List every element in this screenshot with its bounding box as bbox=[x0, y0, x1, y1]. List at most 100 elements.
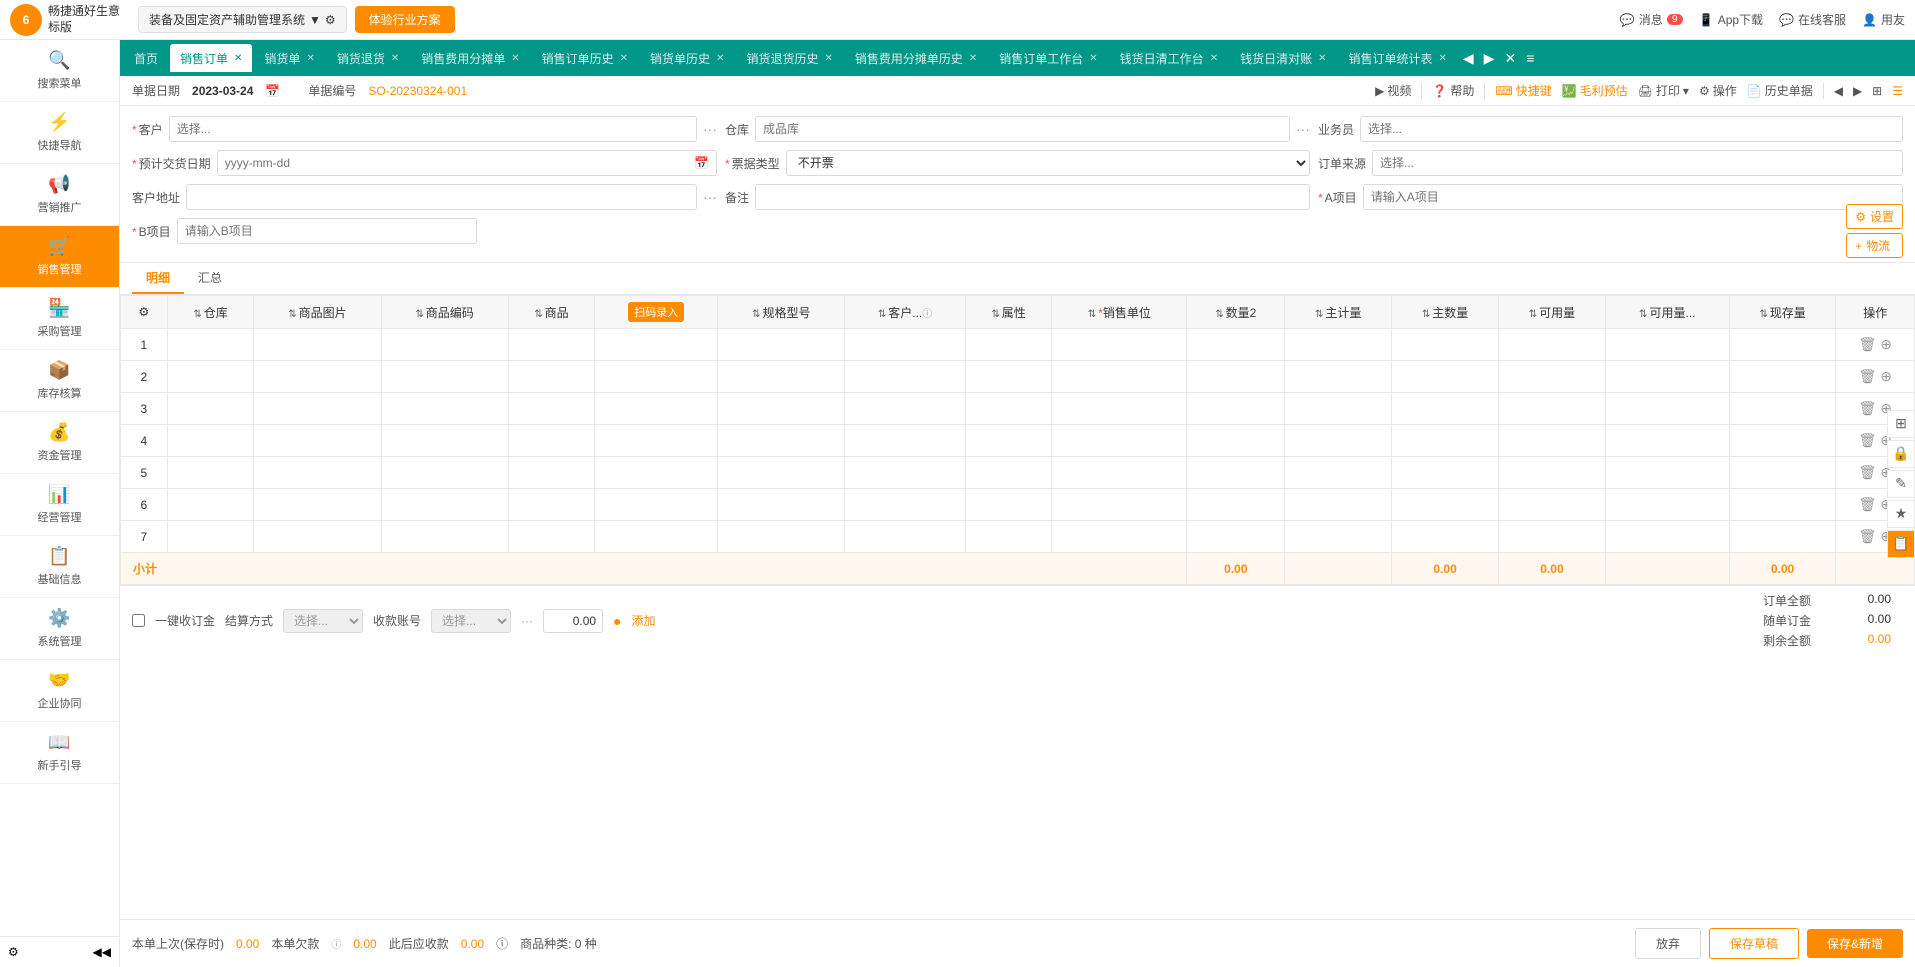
cell-2-11[interactable] bbox=[1285, 361, 1392, 393]
cell-5-10[interactable] bbox=[1187, 457, 1285, 489]
cell-5-15[interactable] bbox=[1729, 457, 1836, 489]
sidebar-item-collab[interactable]: 🤝 企业协同 bbox=[0, 660, 119, 722]
cell-1-4[interactable] bbox=[508, 329, 595, 361]
cell-7-2[interactable] bbox=[254, 521, 381, 553]
cell-6-13[interactable] bbox=[1499, 489, 1606, 521]
cell-7-14[interactable] bbox=[1605, 521, 1729, 553]
right-tool-grid[interactable]: ⊞ bbox=[1887, 410, 1915, 438]
settings-icon[interactable]: ⚙ bbox=[325, 13, 336, 27]
sidebar-item-basic-info[interactable]: 📋 基础信息 bbox=[0, 536, 119, 598]
settings-float-btn[interactable]: ⚙ 设置 bbox=[1846, 204, 1903, 229]
address-more-btn[interactable]: ··· bbox=[703, 189, 717, 205]
cell-5-8[interactable] bbox=[965, 457, 1052, 489]
tab-cash-workbench[interactable]: 钱货日清工作台 ✕ bbox=[1110, 44, 1228, 72]
cell-7-9[interactable] bbox=[1052, 521, 1187, 553]
cell-7-6[interactable] bbox=[718, 521, 845, 553]
table-settings-icon[interactable]: ⚙ bbox=[139, 305, 150, 319]
tab-close-all-btn[interactable]: ✕ bbox=[1500, 48, 1520, 69]
sidebar-item-search[interactable]: 🔍 搜索菜单 bbox=[0, 40, 119, 102]
cell-4-14[interactable] bbox=[1605, 425, 1729, 457]
calendar-icon[interactable]: 📅 bbox=[265, 84, 280, 98]
cell-7-5[interactable] bbox=[595, 521, 718, 553]
discard-btn[interactable]: 放弃 bbox=[1635, 928, 1701, 959]
cell-7-1[interactable] bbox=[167, 521, 254, 553]
cell-5-3[interactable] bbox=[381, 457, 508, 489]
tab-close-expense[interactable]: ✕ bbox=[511, 53, 519, 64]
tab-menu-btn[interactable]: ≡ bbox=[1522, 48, 1538, 68]
tab-close-cash-reconcile[interactable]: ✕ bbox=[1318, 53, 1326, 64]
tab-close-return[interactable]: ✕ bbox=[391, 53, 399, 64]
right-tool-star[interactable]: ★ bbox=[1887, 500, 1915, 528]
tab-cash-reconcile[interactable]: 钱货日清对账 ✕ bbox=[1230, 44, 1336, 72]
cell-2-14[interactable] bbox=[1605, 361, 1729, 393]
cell-5-5[interactable] bbox=[595, 457, 718, 489]
tab-stats[interactable]: 销售订单统计表 ✕ bbox=[1338, 44, 1456, 72]
cell-6-5[interactable] bbox=[595, 489, 718, 521]
profit-btn[interactable]: 💹 毛利预估 bbox=[1562, 82, 1628, 99]
warehouse-more-btn[interactable]: ··· bbox=[1296, 121, 1310, 137]
save-draft-btn[interactable]: 保存草稿 bbox=[1709, 928, 1799, 959]
cell-3-3[interactable] bbox=[381, 393, 508, 425]
scan-btn[interactable]: 扫码录入 bbox=[628, 302, 684, 322]
tab-prev-btn[interactable]: ◀ bbox=[1459, 48, 1478, 69]
cell-1-2[interactable] bbox=[254, 329, 381, 361]
list-view-icon[interactable]: ☰ bbox=[1892, 84, 1903, 98]
tab-order-history[interactable]: 销售订单历史 ✕ bbox=[532, 44, 638, 72]
cell-1-3[interactable] bbox=[381, 329, 508, 361]
tab-close-invoice[interactable]: ✕ bbox=[306, 53, 314, 64]
delivery-date-field[interactable]: 📅 bbox=[217, 150, 717, 176]
tab-expense[interactable]: 销售费用分摊单 ✕ bbox=[411, 44, 529, 72]
sidebar-item-system[interactable]: ⚙️ 系统管理 bbox=[0, 598, 119, 660]
cell-3-15[interactable] bbox=[1729, 393, 1836, 425]
cell-2-13[interactable] bbox=[1499, 361, 1606, 393]
cell-7-8[interactable] bbox=[965, 521, 1052, 553]
cell-6-3[interactable] bbox=[381, 489, 508, 521]
right-tool-lock[interactable]: 🔒 bbox=[1887, 440, 1915, 468]
cell-3-6[interactable] bbox=[718, 393, 845, 425]
online-service-btn[interactable]: 💬 在线客服 bbox=[1779, 11, 1846, 28]
cell-4-9[interactable] bbox=[1052, 425, 1187, 457]
sidebar-item-guide[interactable]: 📖 新手引导 bbox=[0, 722, 119, 784]
tab-return-history[interactable]: 销货退货历史 ✕ bbox=[736, 44, 842, 72]
cell-6-12[interactable] bbox=[1392, 489, 1499, 521]
cell-7-4[interactable] bbox=[508, 521, 595, 553]
cell-3-1[interactable] bbox=[167, 393, 254, 425]
cell-6-10[interactable] bbox=[1187, 489, 1285, 521]
delete-row-icon-7[interactable]: 🗑 bbox=[1858, 528, 1876, 545]
cell-1-13[interactable] bbox=[1499, 329, 1606, 361]
cell-6-6[interactable] bbox=[718, 489, 845, 521]
cell-3-4[interactable] bbox=[508, 393, 595, 425]
cell-4-10[interactable] bbox=[1187, 425, 1285, 457]
delivery-date-input[interactable] bbox=[225, 156, 690, 170]
sidebar-item-finance[interactable]: 💰 资金管理 bbox=[0, 412, 119, 474]
cell-4-3[interactable] bbox=[381, 425, 508, 457]
nav-next-btn[interactable]: ▶ bbox=[1853, 84, 1862, 98]
ops-btn[interactable]: ⚙ 操作 bbox=[1699, 82, 1737, 99]
sidebar-item-marketing[interactable]: 📢 营销推广 bbox=[0, 164, 119, 226]
cell-4-1[interactable] bbox=[167, 425, 254, 457]
shortcut-btn[interactable]: ⌨ 快捷键 bbox=[1495, 82, 1551, 99]
cell-5-2[interactable] bbox=[254, 457, 381, 489]
cell-1-7[interactable] bbox=[845, 329, 965, 361]
help-btn[interactable]: ❓ 帮助 bbox=[1432, 82, 1474, 99]
cell-3-10[interactable] bbox=[1187, 393, 1285, 425]
cell-4-5[interactable] bbox=[595, 425, 718, 457]
cell-6-7[interactable] bbox=[845, 489, 965, 521]
delete-row-icon-4[interactable]: 🗑 bbox=[1858, 432, 1876, 449]
add-payment-btn[interactable]: 添加 bbox=[632, 612, 656, 629]
sidebar-item-sales[interactable]: 🛒 销售管理 bbox=[0, 226, 119, 288]
tab-return[interactable]: 销货退货 ✕ bbox=[327, 44, 409, 72]
address-input[interactable] bbox=[186, 184, 697, 210]
tab-close-stats[interactable]: ✕ bbox=[1439, 53, 1447, 64]
cell-1-11[interactable] bbox=[1285, 329, 1392, 361]
delete-row-icon-5[interactable]: 🗑 bbox=[1858, 464, 1876, 481]
cell-1-5[interactable] bbox=[595, 329, 718, 361]
cell-1-12[interactable] bbox=[1392, 329, 1499, 361]
cell-3-7[interactable] bbox=[845, 393, 965, 425]
customer-more-btn[interactable]: ··· bbox=[703, 121, 717, 137]
cell-5-6[interactable] bbox=[718, 457, 845, 489]
cell-6-15[interactable] bbox=[1729, 489, 1836, 521]
cell-4-7[interactable] bbox=[845, 425, 965, 457]
cell-4-6[interactable] bbox=[718, 425, 845, 457]
sidebar-item-purchase[interactable]: 🏪 采购管理 bbox=[0, 288, 119, 350]
